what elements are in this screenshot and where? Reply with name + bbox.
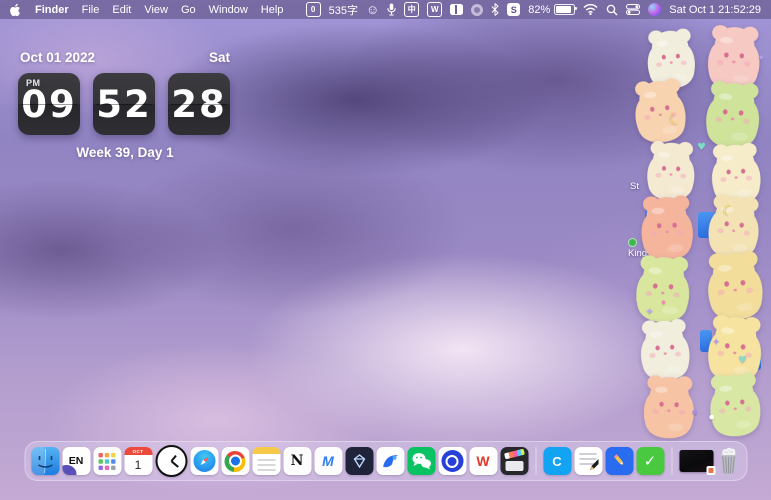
dock-pencil-editor-icon[interactable] xyxy=(605,447,633,475)
w-app-menu-icon[interactable]: W xyxy=(427,2,442,17)
dock-cctalk-icon[interactable]: C xyxy=(543,447,571,475)
dock-finder-icon[interactable] xyxy=(31,447,59,475)
dock-wechat-icon[interactable] xyxy=(407,447,435,475)
menu-file[interactable]: File xyxy=(82,4,100,16)
minutes-digits: 52 xyxy=(96,83,152,126)
s-input-icon[interactable]: S xyxy=(507,3,520,16)
word-count-status[interactable]: 535字 xyxy=(329,3,358,17)
flip-clock-widget[interactable]: Oct 01 2022 Sat PM 09 52 28 Week 39, Day… xyxy=(18,50,232,160)
meridiem-label: PM xyxy=(26,78,41,88)
cctalk-letter: C xyxy=(552,454,561,469)
sticker-decoration: ✦ xyxy=(757,54,765,64)
counter-badge-icon[interactable]: 0 xyxy=(306,2,321,17)
minimized-app-badge xyxy=(706,466,715,475)
safari-compass xyxy=(193,450,215,472)
dock-en-input-icon[interactable]: EN xyxy=(62,447,90,475)
menu-edit[interactable]: Edit xyxy=(112,4,131,16)
dock-final-cut-icon[interactable] xyxy=(500,447,528,475)
dock-notes-icon[interactable] xyxy=(252,447,280,475)
wifi-icon[interactable] xyxy=(583,3,598,17)
dock-wps-icon[interactable]: W xyxy=(469,447,497,475)
sticker-decoration: • xyxy=(660,297,667,309)
dock-dark-notes-icon[interactable] xyxy=(345,447,373,475)
hours-flip-tile: PM 09 xyxy=(18,73,80,135)
battery-status[interactable]: 82% xyxy=(528,3,575,17)
active-app-name[interactable]: Finder xyxy=(35,4,69,16)
control-center-icon[interactable] xyxy=(626,3,640,17)
wps-letter: W xyxy=(476,453,489,469)
mubu-letter: M xyxy=(322,453,334,469)
hours-digits: 09 xyxy=(21,83,77,126)
sticker-decoration: ♥ xyxy=(697,143,706,153)
menu-view[interactable]: View xyxy=(144,4,168,16)
sticker-decoration: • xyxy=(690,405,699,421)
battery-icon xyxy=(554,4,575,15)
calendar-month-label: OCT xyxy=(124,447,152,455)
apple-menu-icon[interactable] xyxy=(10,3,22,17)
menu-help[interactable]: Help xyxy=(261,4,284,16)
menu-go[interactable]: Go xyxy=(181,4,196,16)
input-source-icon[interactable]: 中 xyxy=(404,2,419,17)
sticker-decoration: ✦ xyxy=(712,338,720,348)
sticker-decoration: ✦ xyxy=(645,306,654,317)
sticker-decoration: • xyxy=(707,410,716,426)
en-input-label: EN xyxy=(69,455,84,467)
desktop-screen: Finder File Edit View Go Window Help 0 5… xyxy=(0,0,771,500)
headphones-icon[interactable] xyxy=(471,4,483,16)
widget-week-info: Week 39, Day 1 xyxy=(18,145,232,160)
minimized-window-thumbnail[interactable] xyxy=(679,450,713,472)
dock-separator xyxy=(535,447,536,475)
minutes-flip-tile: 52 xyxy=(93,73,155,135)
notion-letter: N xyxy=(291,453,304,469)
dock-chrome-icon[interactable] xyxy=(221,447,249,475)
dock-mubu-icon[interactable]: M xyxy=(314,447,342,475)
widget-date: Oct 01 2022 xyxy=(20,50,95,65)
dock-calendar-icon[interactable]: OCT 1 xyxy=(124,447,152,475)
seconds-digits: 28 xyxy=(171,83,227,126)
dock-clock-icon[interactable] xyxy=(155,445,187,477)
sticker-decoration: ♥ xyxy=(738,356,747,366)
menu-bar-clock[interactable]: Sat Oct 1 21:52:29 xyxy=(669,4,761,16)
seconds-flip-tile: 28 xyxy=(168,73,230,135)
dock-safari-icon[interactable] xyxy=(190,447,218,475)
dock-baidu-netdisk-icon[interactable] xyxy=(376,447,404,475)
dock-launchpad-icon[interactable] xyxy=(93,447,121,475)
menu-window[interactable]: Window xyxy=(209,4,248,16)
notebook-menu-icon[interactable] xyxy=(450,4,463,15)
battery-percent-label: 82% xyxy=(528,4,550,16)
dock-trash-icon[interactable] xyxy=(716,447,740,475)
menu-bar: Finder File Edit View Go Window Help 0 5… xyxy=(0,0,771,19)
widget-weekday: Sat xyxy=(209,50,230,65)
blue-ring-logo xyxy=(441,450,463,472)
dock-blue-circle-app-icon[interactable] xyxy=(438,447,466,475)
dock-memo-icon[interactable] xyxy=(574,447,602,475)
dock-separator xyxy=(671,447,672,475)
check-glyph: ✓ xyxy=(644,452,657,470)
smiley-menu-icon[interactable]: ☺ xyxy=(366,3,379,17)
spotlight-search-icon[interactable] xyxy=(606,3,618,17)
chrome-logo xyxy=(225,451,246,472)
siri-icon[interactable] xyxy=(648,3,661,16)
microphone-icon[interactable] xyxy=(387,3,396,17)
dock: EN OCT 1 N M W xyxy=(24,441,747,481)
dock-todo-check-icon[interactable]: ✓ xyxy=(636,447,664,475)
gummy-bear-folder-icon[interactable] xyxy=(700,368,771,442)
calendar-day-label: 1 xyxy=(135,458,142,472)
dock-notion-icon[interactable]: N xyxy=(283,447,311,475)
bluetooth-icon[interactable] xyxy=(491,3,499,17)
